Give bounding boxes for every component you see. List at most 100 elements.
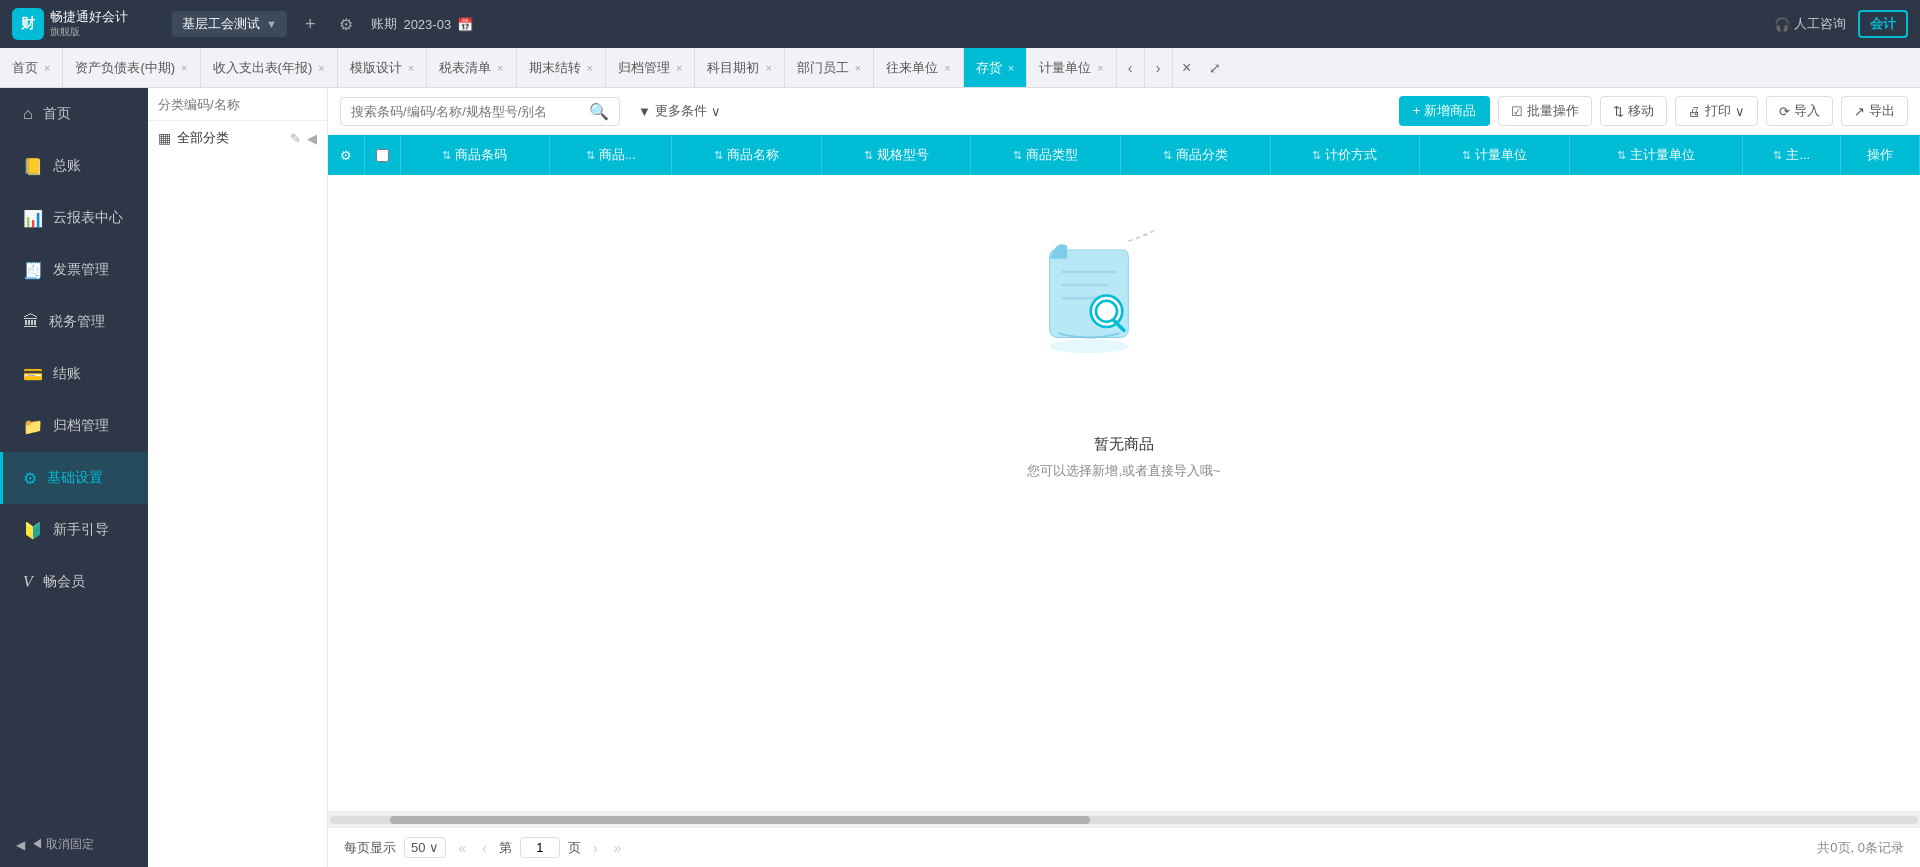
collapse-category-icon[interactable]: ◀ [307, 131, 317, 146]
tab-income-report[interactable]: 收入支出表(年报) × [201, 48, 338, 87]
col-barcode-label: 商品条码 [455, 146, 507, 164]
export-icon: ↗ [1854, 104, 1865, 119]
tab-next-button[interactable]: › [1145, 48, 1173, 87]
search-icon[interactable]: 🔍 [589, 102, 609, 121]
tab-dept-employee[interactable]: 部门员工 × [785, 48, 874, 87]
sidebar-reports-label: 云报表中心 [53, 209, 123, 227]
sidebar-item-reports[interactable]: 📊 云报表中心 [0, 192, 148, 244]
next-page-button[interactable]: › [589, 838, 602, 858]
add-tab-button[interactable]: + [299, 12, 322, 37]
tab-subject-init[interactable]: 科目期初 × [695, 48, 784, 87]
horizontal-scrollbar[interactable] [328, 811, 1920, 827]
sidebar-item-ledger[interactable]: 📒 总账 [0, 140, 148, 192]
batch-operation-button[interactable]: ☑ 批量操作 [1498, 96, 1592, 126]
tab-counterparty-close[interactable]: × [944, 62, 950, 74]
col-main-unit[interactable]: ⇅ 主计量单位 [1569, 135, 1742, 175]
col-name[interactable]: ⇅ 商品名称 [672, 135, 822, 175]
category-search-input[interactable] [158, 97, 326, 112]
app-edition: 旗舰版 [50, 25, 128, 39]
export-button[interactable]: ↗ 导出 [1841, 96, 1908, 126]
sidebar-item-guide[interactable]: 🔰 新手引导 [0, 504, 148, 556]
tab-prev-button[interactable]: ‹ [1117, 48, 1145, 87]
sidebar-tax-label: 税务管理 [49, 313, 105, 331]
sidebar-collapse-button[interactable]: ◀ ◀ 取消固定 [0, 822, 148, 867]
page-number-input[interactable] [520, 837, 560, 858]
tab-balance-sheet-close[interactable]: × [181, 62, 187, 74]
col-settings[interactable]: ⚙ [328, 135, 364, 175]
empty-title: 暂无商品 [1094, 435, 1154, 454]
product-search-input[interactable] [351, 104, 583, 119]
account-badge[interactable]: 会计 [1858, 10, 1908, 38]
tab-archive-mgmt-close[interactable]: × [676, 62, 682, 74]
sidebar-item-checkout[interactable]: 💳 结账 [0, 348, 148, 400]
move-button[interactable]: ⇅ 移动 [1600, 96, 1667, 126]
tab-period-carry-close[interactable]: × [587, 62, 593, 74]
content-inner: 🔍 ▦ 全部分类 ✎ ◀ 🔍 ▼ [148, 88, 1920, 867]
last-page-button[interactable]: » [610, 838, 626, 858]
sidebar-item-archive[interactable]: 📁 归档管理 [0, 400, 148, 452]
tab-period-carry[interactable]: 期末结转 × [517, 48, 606, 87]
export-label: 导出 [1869, 102, 1895, 120]
tab-tax-list[interactable]: 税表清单 × [427, 48, 516, 87]
tab-inventory[interactable]: 存货 × [964, 48, 1027, 87]
left-category-panel: 🔍 ▦ 全部分类 ✎ ◀ [148, 88, 328, 867]
sidebar-guide-label: 新手引导 [53, 521, 109, 539]
sidebar-item-tax[interactable]: 🏛 税务管理 [0, 296, 148, 348]
import-button[interactable]: ⟳ 导入 [1766, 96, 1833, 126]
settings-icon[interactable]: ⚙ [333, 13, 359, 36]
tab-template-design-close[interactable]: × [408, 62, 414, 74]
filter-button[interactable]: ▼ 更多条件 ∨ [630, 98, 729, 124]
tab-home[interactable]: 首页 × [0, 48, 63, 87]
col-unit[interactable]: ⇅ 计量单位 [1420, 135, 1570, 175]
sidebar-item-home[interactable]: ⌂ 首页 [0, 88, 148, 140]
tab-unit[interactable]: 计量单位 × [1027, 48, 1116, 87]
col-category-label: 商品分类 [1176, 146, 1228, 164]
tab-template-design[interactable]: 模版设计 × [338, 48, 427, 87]
prev-page-button[interactable]: ‹ [478, 838, 491, 858]
tab-dept-employee-close[interactable]: × [855, 62, 861, 74]
tab-counterparty[interactable]: 往来单位 × [874, 48, 963, 87]
col-pricing-label: 计价方式 [1325, 146, 1377, 164]
tab-subject-init-close[interactable]: × [765, 62, 771, 74]
col-pricing[interactable]: ⇅ 计价方式 [1270, 135, 1420, 175]
first-page-button[interactable]: « [454, 838, 470, 858]
add-product-button[interactable]: + 新增商品 [1399, 96, 1490, 126]
calendar-icon[interactable]: 📅 [457, 17, 473, 32]
col-checkbox[interactable] [364, 135, 400, 175]
col-barcode[interactable]: ⇅ 商品条码 [400, 135, 550, 175]
all-categories-label[interactable]: 全部分类 [177, 129, 284, 147]
tab-income-report-close[interactable]: × [318, 62, 324, 74]
scrollbar-thumb[interactable] [390, 816, 1090, 824]
add-product-label: + 新增商品 [1413, 102, 1476, 120]
move-icon: ⇅ [1613, 104, 1624, 119]
col-category[interactable]: ⇅ 商品分类 [1120, 135, 1270, 175]
tab-home-close[interactable]: × [44, 62, 50, 74]
col-code[interactable]: ⇅ 商品... [550, 135, 672, 175]
col-extra[interactable]: ⇅ 主... [1743, 135, 1841, 175]
sidebar-item-settings[interactable]: ⚙ 基础设置 [0, 452, 148, 504]
select-all-checkbox[interactable] [376, 149, 389, 162]
sidebar: ⌂ 首页 📒 总账 📊 云报表中心 🧾 发票管理 🏛 税务管理 💳 结账 📁 归… [0, 88, 148, 867]
tab-close-all-button[interactable]: × [1173, 48, 1201, 87]
human-service-button[interactable]: 🎧 人工咨询 [1774, 15, 1846, 33]
per-page-label: 每页显示 [344, 839, 396, 857]
per-page-select[interactable]: 50 ∨ [404, 837, 446, 858]
col-type-label: 商品类型 [1026, 146, 1078, 164]
tab-inventory-close[interactable]: × [1008, 62, 1014, 74]
tab-unit-close[interactable]: × [1097, 62, 1103, 74]
sidebar-item-invoice[interactable]: 🧾 发票管理 [0, 244, 148, 296]
col-type[interactable]: ⇅ 商品类型 [971, 135, 1121, 175]
tab-tax-list-close[interactable]: × [497, 62, 503, 74]
edit-category-icon[interactable]: ✎ [290, 131, 301, 146]
project-selector[interactable]: 基层工会测试 ▼ [172, 11, 287, 37]
tab-archive-mgmt[interactable]: 归档管理 × [606, 48, 695, 87]
home-icon: ⌂ [23, 105, 33, 123]
main-layout: ⌂ 首页 📒 总账 📊 云报表中心 🧾 发票管理 🏛 税务管理 💳 结账 📁 归… [0, 88, 1920, 867]
tab-balance-sheet[interactable]: 资产负债表(中期) × [63, 48, 200, 87]
tab-expand-button[interactable]: ⤢ [1201, 48, 1229, 87]
print-button[interactable]: 🖨 打印 ∨ [1675, 96, 1758, 126]
sidebar-item-member[interactable]: V 畅会员 [0, 556, 148, 608]
col-spec[interactable]: ⇅ 规格型号 [821, 135, 971, 175]
page-suffix: 页 [568, 839, 581, 857]
app-name: 畅捷通好会计 [50, 9, 128, 25]
